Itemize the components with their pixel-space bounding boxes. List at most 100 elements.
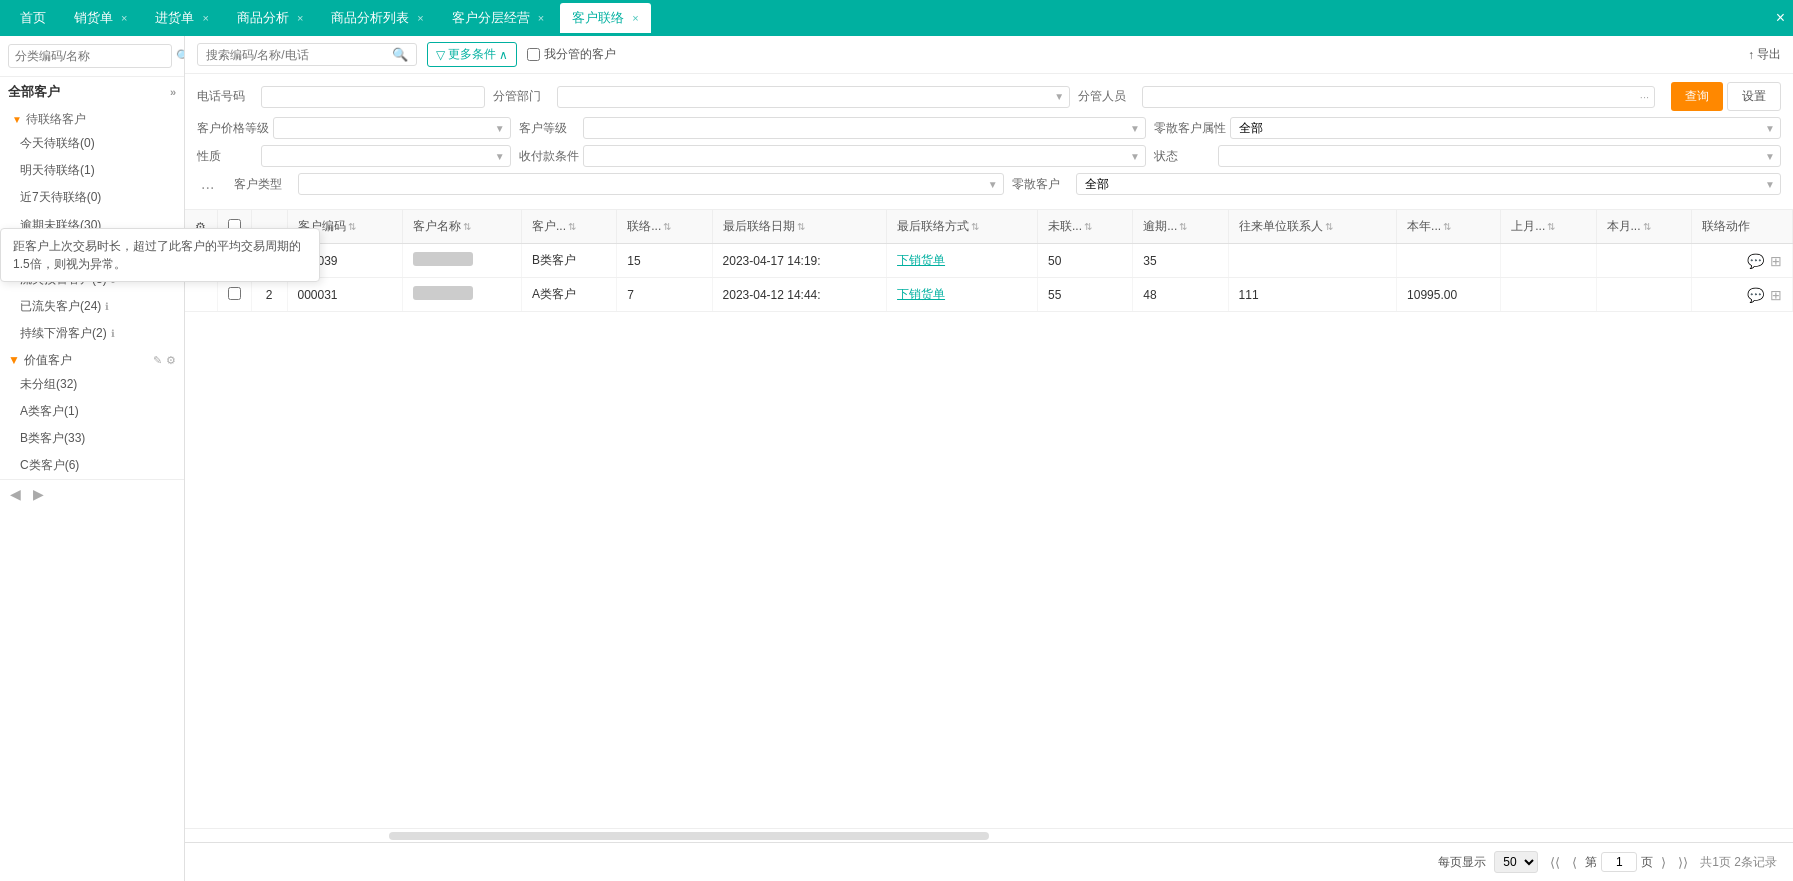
person-input[interactable]	[1142, 86, 1655, 108]
row-method-1[interactable]: 下销货单	[887, 244, 1038, 278]
sidebar-item-tomorrow[interactable]: 明天待联络(1)	[0, 157, 184, 184]
status-select[interactable]	[1218, 145, 1781, 167]
more-icon-1[interactable]: ⊞	[1770, 253, 1782, 269]
customer-level-select[interactable]	[583, 117, 1146, 139]
col-name[interactable]: 客户名称⇅	[403, 210, 522, 244]
dots-btn[interactable]: ...	[197, 175, 218, 193]
row-company-1	[1228, 244, 1397, 278]
tab-close-icon[interactable]: ×	[632, 12, 638, 24]
tab-close-icon[interactable]: ×	[538, 12, 544, 24]
pagination-bar: 每页显示 50 ⟨⟨ ⟨ 第 页 ⟩ ⟩⟩ 共1页 2条记录	[185, 842, 1793, 881]
col-overdue[interactable]: 逾期...⇅	[1133, 210, 1228, 244]
edit-icon[interactable]: ✎	[153, 354, 162, 367]
sidebar-all-customers[interactable]: 全部客户 »	[0, 77, 184, 107]
prev-page-btn[interactable]: ⟨	[1568, 853, 1581, 872]
sidebar-search-icon[interactable]: 🔍	[176, 49, 185, 63]
content-area: 🔍 ▽ 更多条件 ∧ 我分管的客户 ↑ 导出 电话号码	[185, 36, 1793, 881]
my-customers-checkbox[interactable]: 我分管的客户	[527, 46, 616, 63]
row-method-2[interactable]: 下销货单	[887, 278, 1038, 312]
set-button[interactable]: 设置	[1727, 82, 1781, 111]
col-this-month[interactable]: 本月...⇅	[1596, 210, 1691, 244]
tab-close-icon[interactable]: ×	[202, 12, 208, 24]
tab-home[interactable]: 首页	[8, 3, 58, 33]
page-input[interactable]	[1601, 852, 1637, 872]
search-input[interactable]	[206, 48, 392, 62]
row-action-2: 💬 ⊞	[1691, 278, 1792, 312]
tab-customer-contact[interactable]: 客户联络 ×	[560, 3, 650, 33]
filter-bar: 🔍 ▽ 更多条件 ∧ 我分管的客户 ↑ 导出	[185, 36, 1793, 74]
query-button[interactable]: 查询	[1671, 82, 1723, 111]
price-level-select[interactable]	[273, 117, 511, 139]
col-not-contacted[interactable]: 未联...⇅	[1038, 210, 1133, 244]
tab-close-icon[interactable]: ×	[417, 12, 423, 24]
filter-buttons: 查询 设置	[1671, 82, 1781, 111]
next-page-btn[interactable]: ⟩	[1657, 853, 1670, 872]
sidebar-item-a-class[interactable]: A类客户(1)	[0, 398, 184, 425]
col-this-year[interactable]: 本年...⇅	[1397, 210, 1501, 244]
payment-select[interactable]	[583, 145, 1146, 167]
filter-gender: 性质 ▼	[197, 145, 511, 167]
search-icon[interactable]: 🔍	[392, 47, 408, 62]
tab-sales-order[interactable]: 销货单 ×	[62, 3, 139, 33]
col-company-contact[interactable]: 往来单位联系人⇅	[1228, 210, 1397, 244]
retail-attr-select[interactable]: 全部	[1230, 117, 1781, 139]
table-row: 1 000039 B类客户 15 2023-04-17 14:19: 下销货单 …	[185, 244, 1793, 278]
scrollbar-thumb[interactable]	[389, 832, 989, 840]
sidebar-search-bar: 🔍	[0, 36, 184, 77]
retail-customer-select[interactable]: 全部	[1076, 173, 1781, 195]
top-nav: 首页 销货单 × 进货单 × 商品分析 × 商品分析列表 × 客户分层经营 × …	[0, 0, 1793, 36]
blurred-name-2	[413, 286, 473, 300]
row-checkbox-2[interactable]	[217, 278, 251, 312]
tab-product-analysis[interactable]: 商品分析 ×	[225, 3, 315, 33]
more-icon-2[interactable]: ⊞	[1770, 287, 1782, 303]
export-btn[interactable]: ↑ 导出	[1748, 46, 1781, 63]
sidebar: 🔍 全部客户 » ▼ 待联络客户 今天待联络(0) 明天待联络(1) 近7天待联…	[0, 36, 185, 881]
tab-close-icon[interactable]: ×	[297, 12, 303, 24]
customer-type-select[interactable]	[298, 173, 1003, 195]
tab-customer-segment[interactable]: 客户分层经营 ×	[440, 3, 556, 33]
col-customer-type[interactable]: 客户...⇅	[521, 210, 616, 244]
chat-icon-1[interactable]: 💬	[1747, 253, 1764, 269]
table-area: ⚙ 客户编码⇅ 客户名称⇅ 客户...⇅ 联络...⇅ 最后联络日期⇅ 最后联络…	[185, 210, 1793, 828]
tab-product-analysis-list[interactable]: 商品分析列表 ×	[319, 3, 435, 33]
sidebar-prev-btn[interactable]: ◀	[4, 484, 27, 504]
page-label-prefix: 第	[1585, 854, 1597, 871]
sidebar-item-b-class[interactable]: B类客户(33)	[0, 425, 184, 452]
ellipsis-icon[interactable]: ···	[1640, 91, 1649, 103]
row-lastmonth-1	[1501, 244, 1596, 278]
my-customers-check[interactable]	[527, 48, 540, 61]
first-page-btn[interactable]: ⟨⟨	[1546, 853, 1564, 872]
filter-payment: 收付款条件 ▼	[519, 145, 1146, 167]
tab-close-icon[interactable]: ×	[121, 12, 127, 24]
tab-purchase[interactable]: 进货单 ×	[143, 3, 220, 33]
more-conditions-btn[interactable]: ▽ 更多条件 ∧	[427, 42, 517, 67]
sidebar-search-input[interactable]	[8, 44, 172, 68]
col-last-contact-method[interactable]: 最后联络方式⇅	[887, 210, 1038, 244]
sidebar-item-c-class[interactable]: C类客户(6)	[0, 452, 184, 479]
sidebar-item-declining[interactable]: 持续下滑客户(2) ℹ	[0, 320, 184, 347]
sidebar-item-7days[interactable]: 近7天待联络(0)	[0, 184, 184, 211]
advanced-filter: 电话号码 分管部门 ▼ 分管人员 ···	[185, 74, 1793, 210]
sidebar-item-lost[interactable]: 已流失客户(24) ℹ	[0, 293, 184, 320]
col-last-month[interactable]: 上月...⇅	[1501, 210, 1596, 244]
sidebar-value-group-header[interactable]: ▼ 价值客户 ✎ ⚙	[0, 348, 184, 371]
sidebar-item-today[interactable]: 今天待联络(0)	[0, 130, 184, 157]
sidebar-next-btn[interactable]: ▶	[27, 484, 50, 504]
col-last-contact-date[interactable]: 最后联络日期⇅	[712, 210, 887, 244]
sidebar-group-pending[interactable]: ▼ 待联络客户	[0, 107, 184, 130]
sidebar-group-arrow: ▼	[12, 114, 22, 125]
phone-input[interactable]	[261, 86, 485, 108]
window-close-icon[interactable]: ×	[1776, 9, 1785, 27]
horizontal-scrollbar[interactable]	[185, 828, 1793, 842]
sidebar-item-ungrouped[interactable]: 未分组(32)	[0, 371, 184, 398]
row-contact-1: 15	[617, 244, 712, 278]
search-box: 🔍	[197, 43, 417, 66]
last-page-btn[interactable]: ⟩⟩	[1674, 853, 1692, 872]
per-page-select[interactable]: 50	[1494, 851, 1538, 873]
col-contact-count[interactable]: 联络...⇅	[617, 210, 712, 244]
customer-table: ⚙ 客户编码⇅ 客户名称⇅ 客户...⇅ 联络...⇅ 最后联络日期⇅ 最后联络…	[185, 210, 1793, 312]
chat-icon-2[interactable]: 💬	[1747, 287, 1764, 303]
settings-icon-sidebar[interactable]: ⚙	[166, 354, 176, 367]
gender-select[interactable]	[261, 145, 511, 167]
dept-select[interactable]	[557, 86, 1070, 108]
